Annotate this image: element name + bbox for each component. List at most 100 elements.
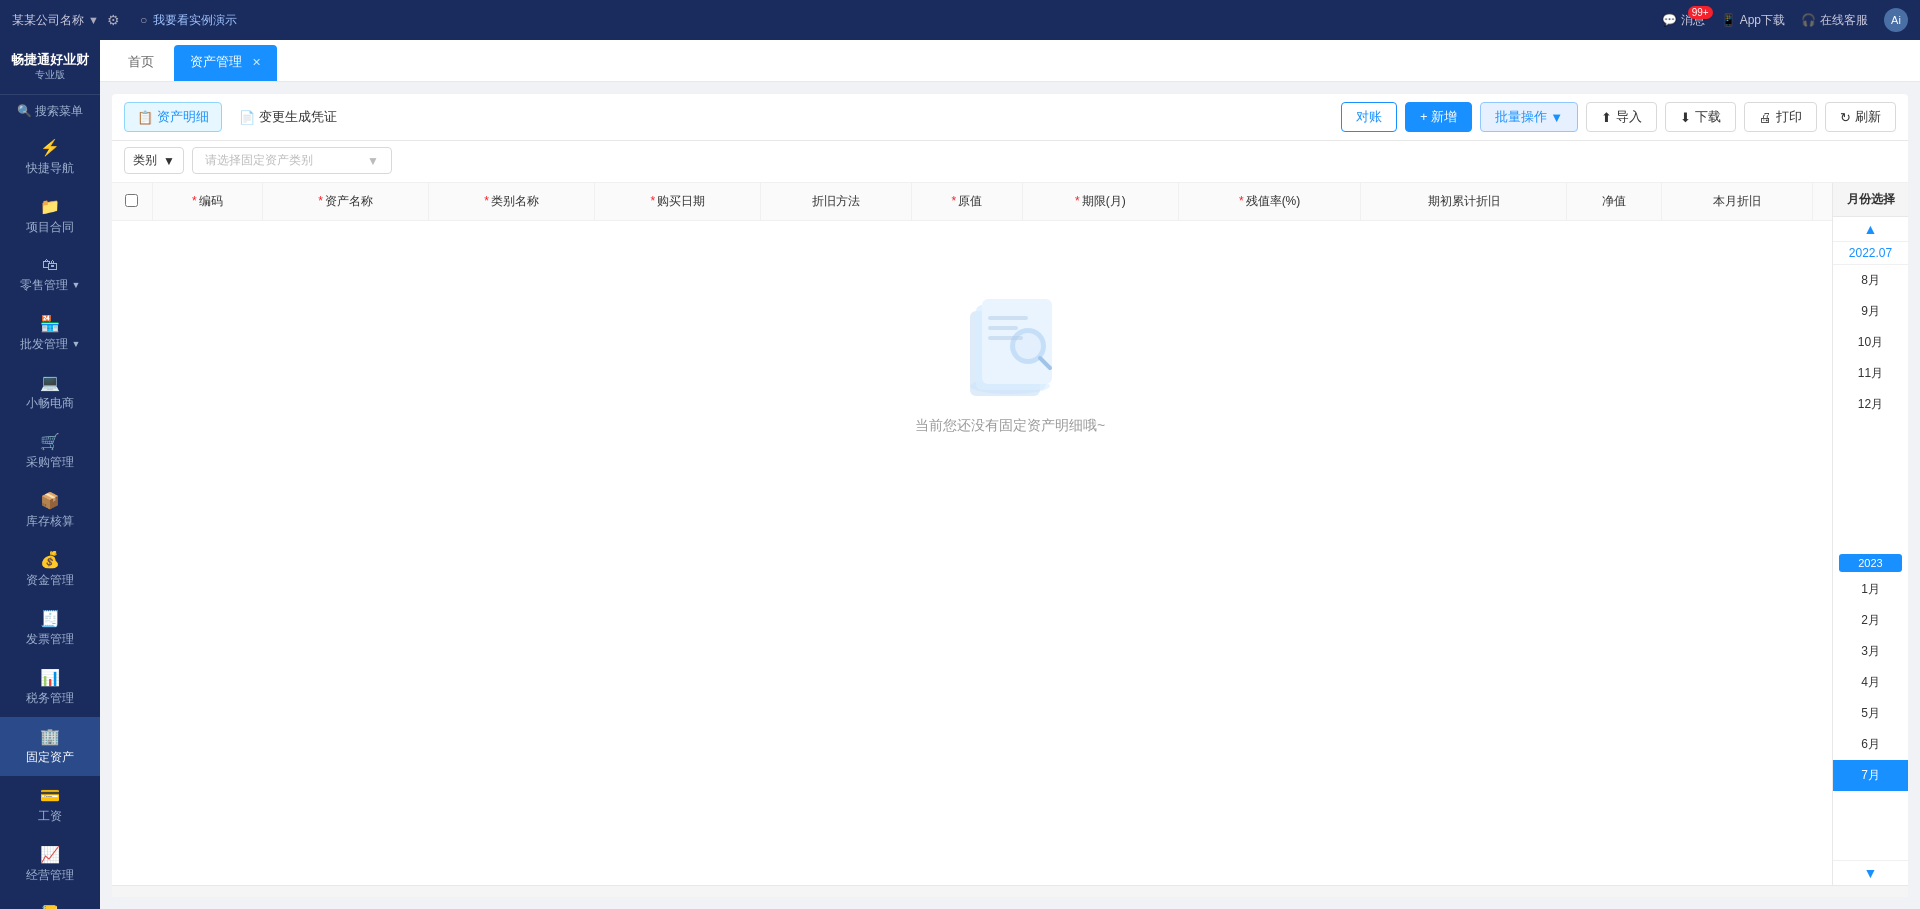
sidebar-item-wholesale[interactable]: 🏪 批发管理 ▼: [0, 304, 100, 363]
sidebar-item-fixed-assets[interactable]: 🏢 固定资产: [0, 717, 100, 776]
purchase-icon: 🛒: [40, 432, 60, 451]
month-item-9[interactable]: 9月: [1833, 296, 1908, 327]
add-label: + 新增: [1420, 108, 1457, 126]
app-download-button[interactable]: 📱 App下载: [1721, 12, 1785, 29]
table-header-checkbox: [112, 183, 152, 221]
sidebar-logo: 畅捷通好业财 专业版: [0, 40, 100, 95]
download-button[interactable]: ⬇ 下载: [1665, 102, 1736, 132]
refresh-button[interactable]: ↻ 刷新: [1825, 102, 1896, 132]
month-list-2022: 8月 9月 10月 11月 12月: [1833, 265, 1908, 552]
asset-detail-tab-icon: 📋: [137, 110, 153, 125]
sidebar-item-general-ledger[interactable]: 📒 总账管理: [0, 894, 100, 909]
sidebar-item-tax[interactable]: 📊 税务管理: [0, 658, 100, 717]
month-item-5[interactable]: 5月: [1833, 698, 1908, 729]
month-item-4[interactable]: 4月: [1833, 667, 1908, 698]
add-button[interactable]: + 新增: [1405, 102, 1472, 132]
main-layout: 畅捷通好业财 专业版 🔍 搜索菜单 ⚡ 快捷导航 📁 项目合同 🛍 零售管理 ▼…: [0, 40, 1920, 909]
sub-tab-bar: 📋 资产明细 📄 变更生成凭证 对账 + 新增: [112, 94, 1908, 141]
col-header-purchase-date: *购买日期: [595, 183, 761, 221]
online-service-button[interactable]: 🎧 在线客服: [1801, 12, 1868, 29]
select-all-checkbox[interactable]: [125, 194, 138, 207]
tab-close-icon[interactable]: ✕: [252, 56, 261, 68]
import-button[interactable]: ⬆ 导入: [1586, 102, 1657, 132]
month-picker-panel: 月份选择 ▲ 2022.07 8月 9月 10月 11月: [1832, 183, 1908, 885]
import-icon: ⬆: [1601, 110, 1612, 125]
sidebar-item-management[interactable]: 📈 经营管理: [0, 835, 100, 894]
sidebar-salary-label: 工资: [38, 808, 62, 825]
sidebar-invoice-label: 发票管理: [26, 631, 74, 648]
settings-icon[interactable]: ⚙: [107, 12, 120, 28]
month-item-7-current[interactable]: 7月: [1833, 760, 1908, 791]
reconcile-button[interactable]: 对账: [1341, 102, 1397, 132]
sidebar-tax-label: 税务管理: [26, 690, 74, 707]
sub-tab-asset-detail[interactable]: 📋 资产明细: [124, 102, 222, 132]
month-item-6[interactable]: 6月: [1833, 729, 1908, 760]
demo-link[interactable]: 我要看实例演示: [153, 12, 237, 29]
sidebar-search[interactable]: 🔍 搜索菜单: [0, 95, 100, 128]
content-area: 首页 资产管理 ✕ 📋 资产明细 📄 变更生成凭证: [100, 40, 1920, 909]
sidebar-item-project[interactable]: 📁 项目合同: [0, 187, 100, 246]
print-button[interactable]: 🖨 打印: [1744, 102, 1817, 132]
sidebar-fixed-assets-label: 固定资产: [26, 749, 74, 766]
tab-home-label: 首页: [128, 54, 154, 69]
invoice-icon: 🧾: [40, 609, 60, 628]
wholesale-icon: 🏪: [40, 314, 60, 333]
sidebar-item-retail[interactable]: 🛍 零售管理 ▼: [0, 246, 100, 304]
year-badge-2023: 2023: [1839, 554, 1902, 572]
app-edition: 专业版: [35, 68, 65, 82]
sidebar-retail-label: 零售管理: [20, 277, 68, 294]
month-nav-down-button[interactable]: ▼: [1860, 865, 1882, 881]
sidebar-purchase-label: 采购管理: [26, 454, 74, 471]
month-item-11[interactable]: 11月: [1833, 358, 1908, 389]
inventory-icon: 📦: [40, 491, 60, 510]
data-table: *编码 *资产名称 *类别名称 *购买日期 折旧方法 *原值 *期限(月) *残…: [112, 183, 1908, 885]
month-picker-title: 月份选择: [1847, 192, 1895, 206]
print-icon: 🖨: [1759, 110, 1772, 125]
retail-icon: 🛍: [42, 256, 58, 274]
svg-rect-9: [988, 336, 1023, 340]
chevron-down-icon[interactable]: ▼: [88, 14, 99, 26]
sidebar-item-salary[interactable]: 💳 工资: [0, 776, 100, 835]
user-avatar[interactable]: Ai: [1884, 8, 1908, 32]
sidebar-management-label: 经营管理: [26, 867, 74, 884]
top-header: 某某公司名称 ▼ ⚙ ○ 我要看实例演示 💬 消息 99+ 📱 App下载 🎧 …: [0, 0, 1920, 40]
header-actions: 💬 消息 99+ 📱 App下载 🎧 在线客服 Ai: [1662, 8, 1908, 32]
fixed-assets-icon: 🏢: [40, 727, 60, 746]
sidebar-item-quick-nav[interactable]: ⚡ 快捷导航: [0, 128, 100, 187]
month-item-10[interactable]: 10月: [1833, 327, 1908, 358]
bottom-scrollbar[interactable]: [112, 885, 1908, 897]
month-item-3[interactable]: 3月: [1833, 636, 1908, 667]
tab-asset-mgmt[interactable]: 资产管理 ✕: [174, 45, 277, 81]
sidebar-item-purchase[interactable]: 🛒 采购管理: [0, 422, 100, 481]
month-item-8[interactable]: 8月: [1833, 265, 1908, 296]
sidebar-item-inventory[interactable]: 📦 库存核算: [0, 481, 100, 540]
sidebar-wholesale-label: 批发管理: [20, 336, 68, 353]
category-filter-select[interactable]: 类别 ▼: [124, 147, 184, 174]
message-button[interactable]: 💬 消息 99+: [1662, 12, 1705, 29]
empty-state: 当前您还没有固定资产明细哦~: [112, 221, 1908, 495]
refresh-icon: ↻: [1840, 110, 1851, 125]
svg-rect-7: [988, 316, 1028, 320]
batch-button[interactable]: 批量操作 ▼: [1480, 102, 1578, 132]
sub-tab-change-voucher[interactable]: 📄 变更生成凭证: [226, 102, 350, 132]
month-nav-down: ▼: [1833, 860, 1908, 885]
avatar-text: Ai: [1891, 14, 1901, 26]
sidebar-item-ecommerce[interactable]: 💻 小畅电商: [0, 363, 100, 422]
month-nav-up-button[interactable]: ▲: [1860, 221, 1882, 237]
empty-icon: [950, 281, 1070, 401]
category-label: 类别: [133, 152, 157, 169]
month-item-12[interactable]: 12月: [1833, 389, 1908, 420]
month-picker-year-2022: 2022.07: [1833, 242, 1908, 265]
sidebar-item-finance[interactable]: 💰 资金管理: [0, 540, 100, 599]
sidebar-inventory-label: 库存核算: [26, 513, 74, 530]
empty-text: 当前您还没有固定资产明细哦~: [915, 417, 1105, 435]
svg-rect-8: [988, 326, 1018, 330]
salary-icon: 💳: [40, 786, 60, 805]
sidebar-item-invoice[interactable]: 🧾 发票管理: [0, 599, 100, 658]
month-list-2023: 1月 2月 3月 4月 5月 6月 7月: [1833, 574, 1908, 861]
category-input[interactable]: 请选择固定资产类别 ▼: [192, 147, 392, 174]
month-item-1[interactable]: 1月: [1833, 574, 1908, 605]
tab-home[interactable]: 首页: [112, 45, 170, 81]
month-item-2[interactable]: 2月: [1833, 605, 1908, 636]
wholesale-arrow-icon: ▼: [72, 339, 81, 349]
